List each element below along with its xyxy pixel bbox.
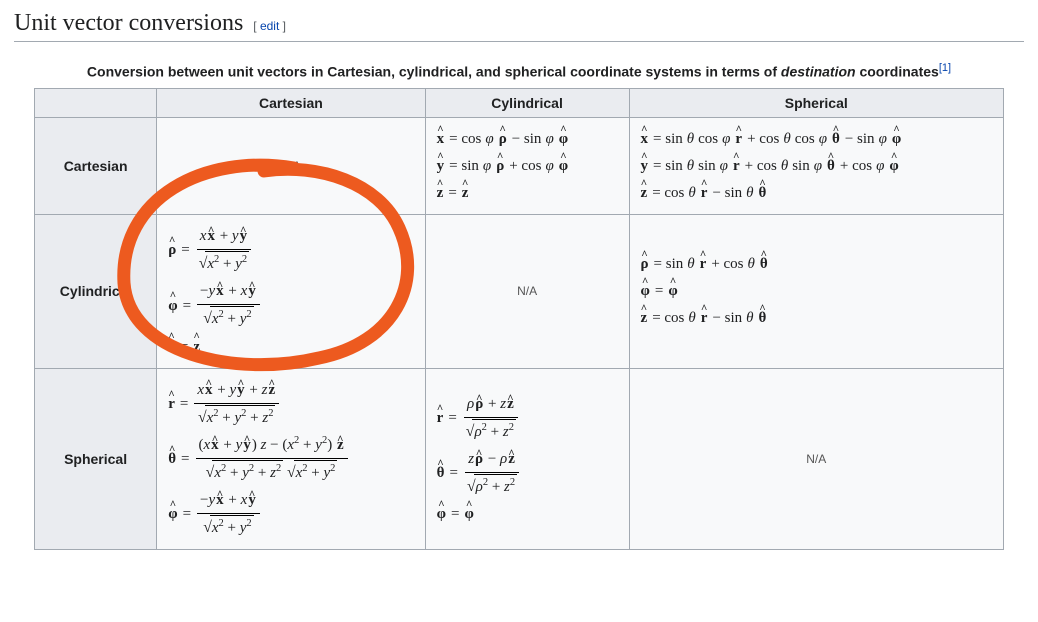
col-header-spherical: Spherical [629,89,1003,118]
edit-link[interactable]: edit [260,19,279,33]
row-header-spherical: Spherical [35,368,157,550]
cell-cyl-to-sph: ρ = sin θr + cos θθ φ = φ z = cos θr − s… [629,215,1003,368]
cell-sph-to-cart: r = xx + yy + zz x2 + y2 + z2 θ = (xx + … [157,368,425,550]
cell-na: N/A [425,215,629,368]
caption-suffix: coordinates [856,64,939,80]
cell-na: N/A [157,118,425,215]
caption-ref[interactable]: [1] [939,62,951,74]
col-header-cartesian: Cartesian [157,89,425,118]
table-row: Cartesian N/A x = cos φρ − sin φφ y = si… [35,118,1004,215]
caption-dest: destination [781,64,856,80]
col-header-cylindrical: Cylindrical [425,89,629,118]
table-row: Cylindrical ρ = xx + yy x2 + y2 φ = −yx … [35,215,1004,368]
cell-sph-to-cyl: r = ρρ + zz ρ2 + z2 θ = zρ − ρz ρ2 + z2 … [425,368,629,550]
caption-prefix: Conversion between unit vectors in Carte… [87,64,781,80]
cell-cart-to-sph: x = sin θ cos φr + cos θ cos φθ − sin φφ… [629,118,1003,215]
section-title: Unit vector conversions [14,10,243,37]
row-header-cartesian: Cartesian [35,118,157,215]
edit-link-wrapper: [ edit ] [253,19,286,33]
cell-cyl-to-cart: ρ = xx + yy x2 + y2 φ = −yx + xy x2 + y2… [157,215,425,368]
section-header: Unit vector conversions [ edit ] [14,10,1024,42]
row-header-cylindrical: Cylindrical [35,215,157,368]
cell-cart-to-cyl: x = cos φρ − sin φφ y = sin φρ + cos φφ … [425,118,629,215]
table-caption: Conversion between unit vectors in Carte… [34,60,1004,82]
cell-na: N/A [629,368,1003,550]
corner-cell [35,89,157,118]
table-row: Spherical r = xx + yy + zz x2 + y2 + z2 … [35,368,1004,550]
conversion-table: Cartesian Cylindrical Spherical Cartesia… [34,88,1004,550]
